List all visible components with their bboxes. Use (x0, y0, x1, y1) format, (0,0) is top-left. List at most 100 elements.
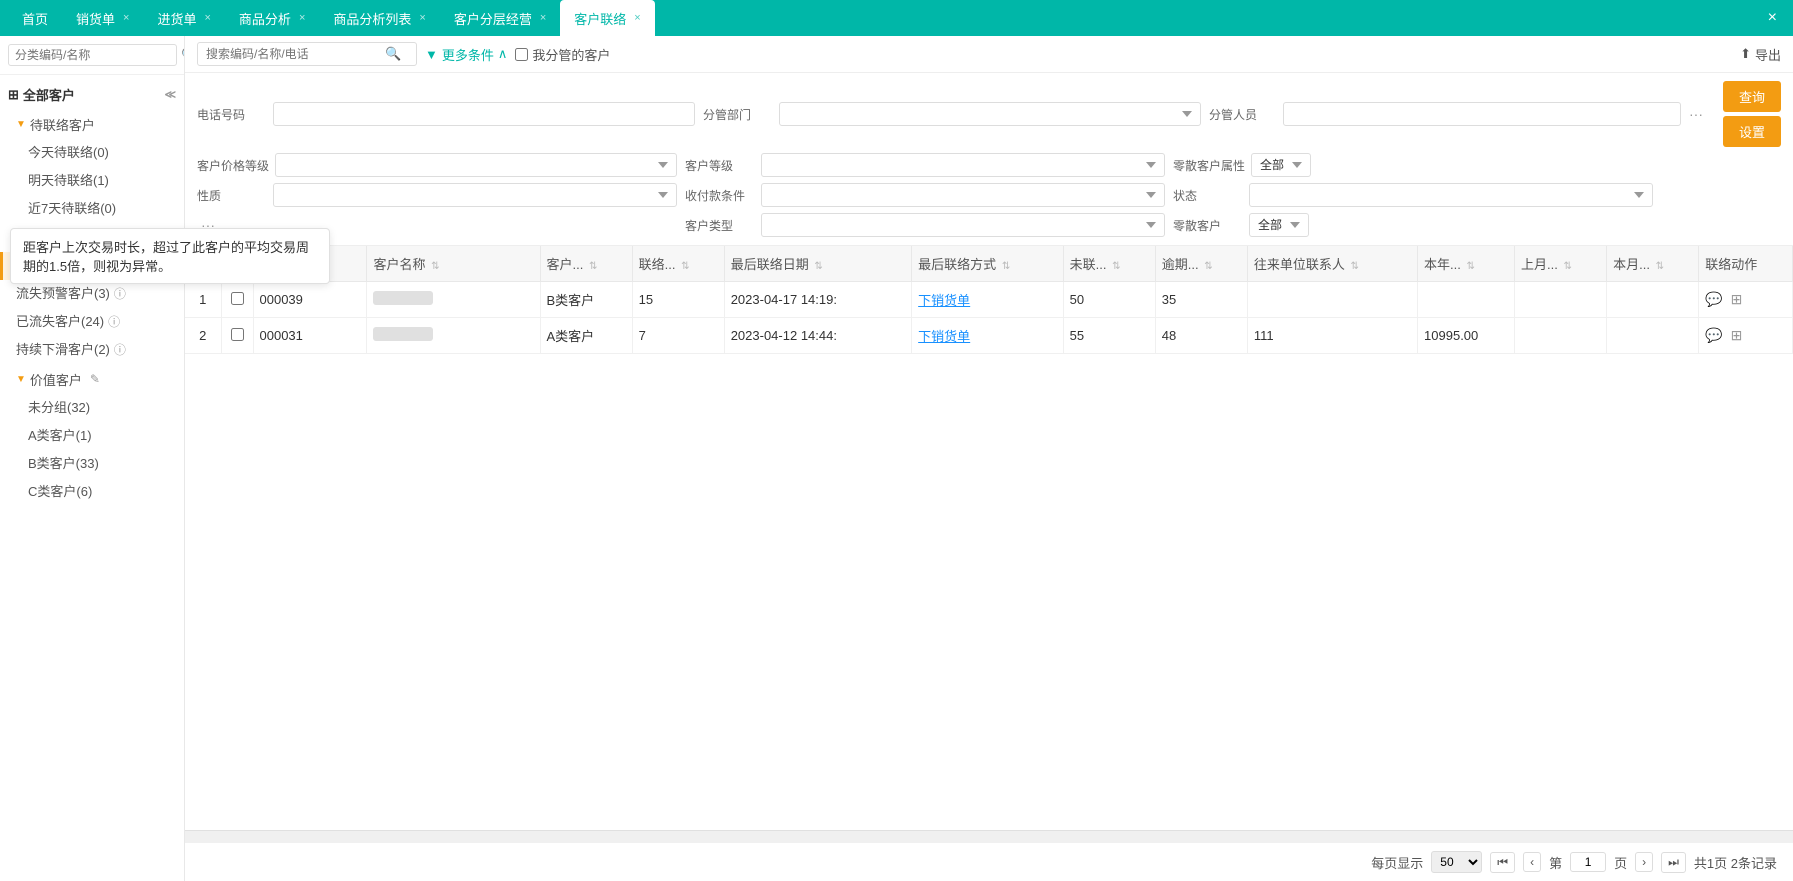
sidebar-value-c[interactable]: C类客户(6) (0, 478, 184, 506)
filter-person-input[interactable] (1283, 102, 1681, 126)
th-last-month-sort: ⇅ (1563, 261, 1571, 272)
table-header-row: ⚙ 客户编码 ⇅ 客户名称 ⇅ (185, 246, 1793, 282)
settings-button[interactable]: 设置 (1723, 116, 1781, 147)
last-contact-link[interactable]: 下销货单 (918, 293, 970, 308)
search-input[interactable] (206, 47, 381, 61)
sidebar-item-tomorrow[interactable]: 明天待联络(1) (0, 167, 184, 195)
th-uncontacted-label: 未联... (1070, 257, 1107, 272)
filter-dept-select[interactable] (779, 102, 1201, 126)
sidebar-item-today[interactable]: 今天待联络(0) (0, 139, 184, 167)
th-level[interactable]: 客户... ⇅ (540, 246, 632, 282)
page-number-input[interactable] (1570, 852, 1606, 872)
top-nav: 首页 销货单 × 进货单 × 商品分析 × 商品分析列表 × 客户分层经营 × … (0, 0, 1793, 36)
tab-customer-contact-close[interactable]: × (634, 12, 640, 24)
per-page-select[interactable]: 50 20 100 200 (1431, 851, 1482, 873)
th-overdue[interactable]: 逾期... ⇅ (1155, 246, 1247, 282)
row-last-type[interactable]: 下销货单 (912, 282, 1063, 318)
filter-nature-select[interactable] (273, 183, 677, 207)
sidebar-item-7days[interactable]: 近7天待联络(0) (0, 195, 184, 223)
tab-analysis-close[interactable]: × (299, 12, 305, 24)
th-this-year-sort: ⇅ (1467, 261, 1475, 272)
customer-name-blurred (373, 327, 433, 341)
last-contact-link[interactable]: 下销货单 (918, 329, 970, 344)
th-name[interactable]: 客户名称 ⇅ (367, 246, 540, 282)
sidebar-value-b[interactable]: B类客户(33) (0, 450, 184, 478)
tab-sales-close[interactable]: × (123, 12, 129, 24)
sidebar-value-ungroup[interactable]: 未分组(32) (0, 394, 184, 422)
row-checkbox[interactable] (231, 328, 244, 341)
th-this-month-label: 本月... (1613, 257, 1650, 272)
sidebar-group-waiting[interactable]: ▼ 待联络客户 (0, 110, 184, 139)
tab-customer-contact[interactable]: 客户联络 × (560, 0, 654, 36)
sidebar-search-area: 🔍 (0, 36, 184, 75)
chevron-icon: ∧ (498, 46, 508, 62)
table-scroll[interactable]: ⚙ 客户编码 ⇅ 客户名称 ⇅ (185, 246, 1793, 830)
tab-purchase-label: 进货单 (157, 9, 196, 28)
sidebar-collapse-btn[interactable]: ≪ (164, 88, 176, 101)
search-icon[interactable]: 🔍 (385, 46, 401, 62)
last-page-button[interactable]: ⏭ (1661, 852, 1686, 873)
sidebar-tree: ⊞ 全部客户 ≪ ▼ 待联络客户 今天待联络(0) 明天待联络(1) 近7天待联… (0, 75, 184, 881)
filter-cell-dept: 分管部门 (703, 102, 1201, 126)
action-grid-icon[interactable]: ⊞ (1731, 327, 1743, 344)
filter-payment-select[interactable] (761, 183, 1165, 207)
tab-purchase[interactable]: 进货单 × (143, 0, 224, 36)
tab-purchase-close[interactable]: × (204, 12, 210, 24)
tab-customer-segment-close[interactable]: × (540, 12, 546, 24)
sidebar-value-group[interactable]: ▼ 价值客户 ✎ (0, 365, 184, 394)
th-last-date[interactable]: 最后联络日期 ⇅ (724, 246, 911, 282)
export-button[interactable]: ⬆ 导出 (1740, 45, 1781, 64)
query-button[interactable]: 查询 (1723, 81, 1781, 112)
row-last-type[interactable]: 下销货单 (912, 318, 1063, 354)
filter-retail-attr-select[interactable]: 全部 (1251, 153, 1311, 177)
th-last-month[interactable]: 上月... ⇅ (1515, 246, 1607, 282)
person-dots-btn[interactable]: ··· (1685, 106, 1707, 122)
filter-status-select[interactable] (1249, 183, 1653, 207)
sidebar-value-a[interactable]: A类客户(1) (0, 422, 184, 450)
tab-customer-segment[interactable]: 客户分层经营 × (440, 0, 560, 36)
more-conditions-btn[interactable]: ▼ 更多条件 ∧ (425, 45, 507, 64)
row-actions: 💬 ⊞ (1699, 318, 1793, 354)
prev-page-button[interactable]: ‹ (1523, 852, 1541, 872)
filter-phone-input[interactable] (273, 102, 695, 126)
filter-phone-label: 电话号码 (197, 106, 267, 123)
action-chat-icon[interactable]: 💬 (1705, 327, 1722, 344)
th-contacts-person[interactable]: 往来单位联系人 ⇅ (1247, 246, 1417, 282)
filter-retail-select[interactable]: 全部 (1249, 213, 1309, 237)
edit-icon-value-group[interactable]: ✎ (90, 372, 100, 386)
row-this-year (1418, 282, 1515, 318)
tab-analysis-list[interactable]: 商品分析列表 × (319, 0, 439, 36)
more-conditions-label: 更多条件 (442, 45, 494, 64)
window-close-button[interactable]: × (1760, 9, 1785, 27)
th-this-month-sort: ⇅ (1656, 261, 1664, 272)
th-contact-count[interactable]: 联络... ⇅ (632, 246, 724, 282)
filter-price-level-select[interactable] (275, 153, 677, 177)
sidebar-all-customers-label: 全部客户 (23, 85, 75, 104)
th-last-type[interactable]: 最后联络方式 ⇅ (912, 246, 1063, 282)
first-page-button[interactable]: ⏮ (1490, 852, 1515, 873)
horizontal-scrollbar[interactable] (185, 830, 1793, 842)
th-uncontacted[interactable]: 未联... ⇅ (1063, 246, 1155, 282)
info-icon-churn-warning: ⓘ (114, 286, 126, 303)
th-this-year[interactable]: 本年... ⇅ (1418, 246, 1515, 282)
sidebar-item-churned[interactable]: 已流失客户(24) ⓘ (0, 308, 184, 336)
my-customers-checkbox[interactable] (515, 48, 528, 61)
tab-analysis[interactable]: 商品分析 × (225, 0, 319, 36)
filter-cust-type-select[interactable] (761, 213, 1165, 237)
tab-sales[interactable]: 销货单 × (62, 0, 143, 36)
action-grid-icon[interactable]: ⊞ (1731, 291, 1743, 308)
tab-analysis-list-close[interactable]: × (419, 12, 425, 24)
tab-home[interactable]: 首页 (8, 0, 62, 36)
sidebar-item-churn-warning[interactable]: 流失预警客户(3) ⓘ (0, 280, 184, 308)
filter-cust-level-select[interactable] (761, 153, 1165, 177)
sidebar-search-input[interactable] (8, 44, 177, 66)
th-level-sort: ⇅ (589, 261, 597, 272)
row-checkbox[interactable] (231, 292, 244, 305)
th-this-month[interactable]: 本月... ⇅ (1607, 246, 1699, 282)
row-last-month (1515, 318, 1607, 354)
sidebar-item-declining[interactable]: 持续下滑客户(2) ⓘ (0, 336, 184, 364)
next-page-button[interactable]: › (1635, 852, 1653, 872)
action-chat-icon[interactable]: 💬 (1705, 291, 1722, 308)
filter-status-label: 状态 (1173, 187, 1243, 204)
row-name (367, 318, 540, 354)
